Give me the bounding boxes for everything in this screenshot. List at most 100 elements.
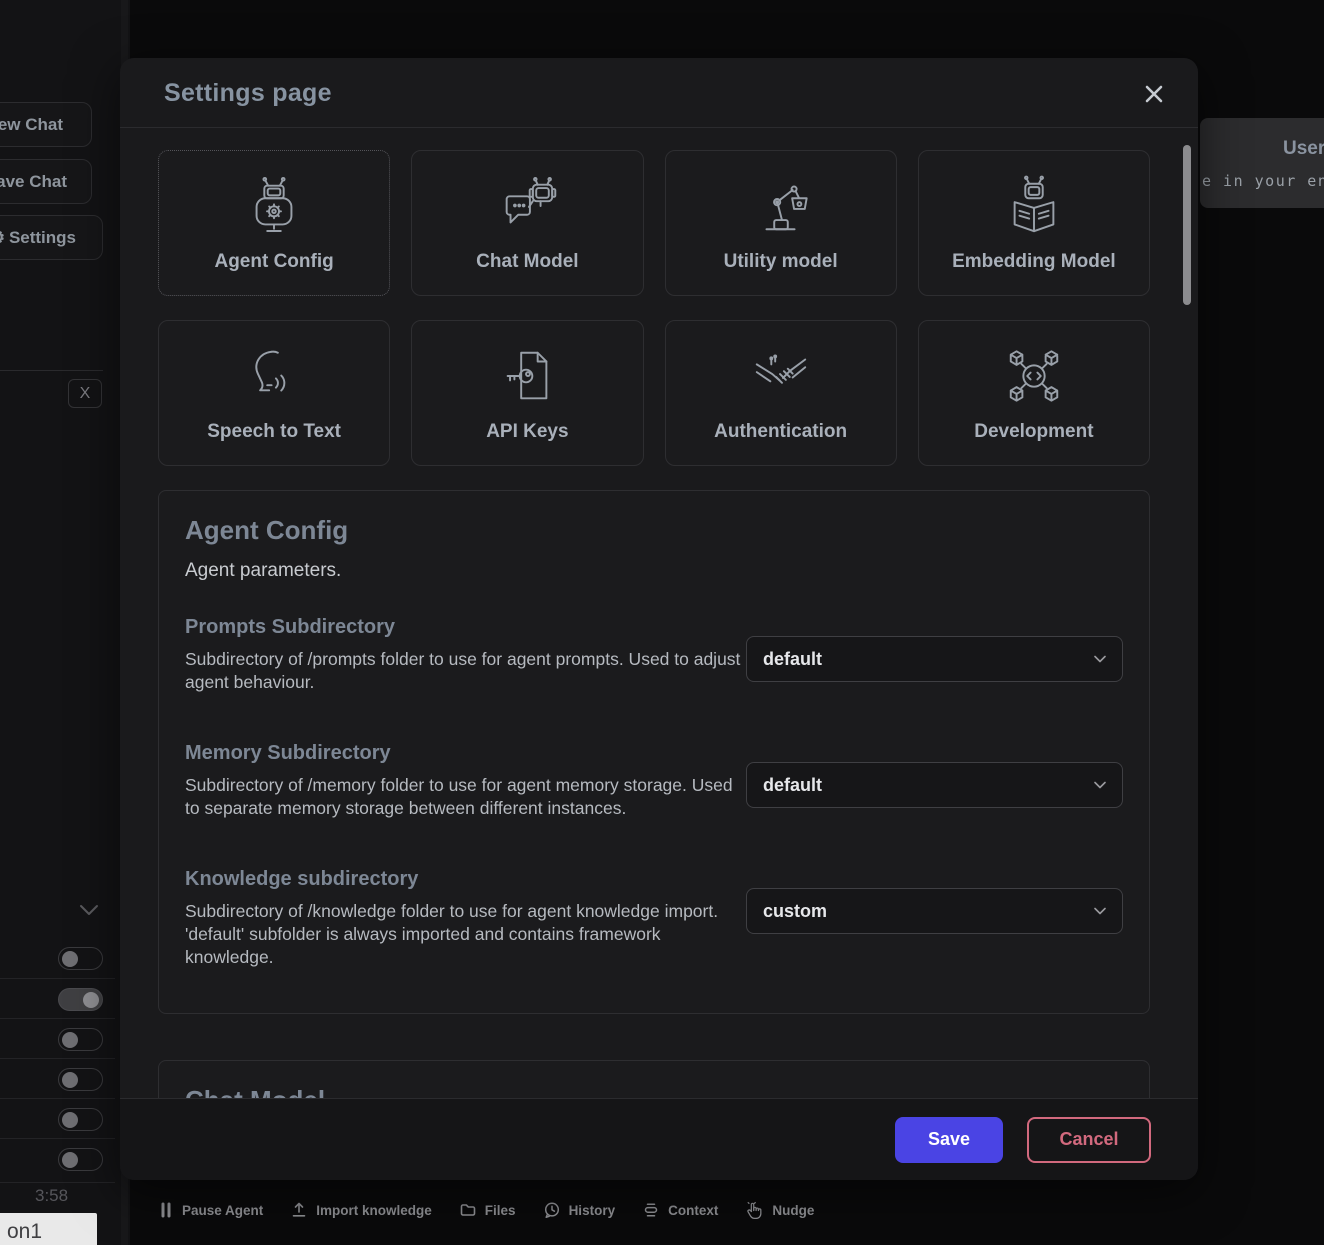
- toggle-knob: [62, 1031, 78, 1048]
- toggle-row: [0, 1139, 115, 1183]
- toggle-switch[interactable]: [58, 947, 103, 970]
- context-button[interactable]: Context: [642, 1201, 718, 1219]
- user-message-bubble: User e in your en: [1200, 118, 1324, 208]
- modal-scrollbar-thumb[interactable]: [1183, 145, 1191, 305]
- status-time: 3:58: [35, 1186, 69, 1205]
- chevron-down-icon: [1094, 655, 1106, 663]
- memory-subdirectory-select[interactable]: default: [746, 762, 1123, 808]
- sidebar-close-button[interactable]: X: [68, 379, 102, 408]
- field-label: Knowledge subdirectory: [185, 868, 419, 890]
- select-value: custom: [763, 900, 828, 921]
- nav-card-label: API Keys: [486, 421, 569, 442]
- save-button[interactable]: Save: [895, 1116, 1003, 1163]
- message-snippet: e in your en: [1202, 172, 1324, 190]
- save-chat-button[interactable]: ave Chat: [0, 159, 92, 204]
- field-prompts-subdirectory: Prompts Subdirectory Subdirectory of /pr…: [185, 616, 1123, 694]
- nav-card-label: Chat Model: [476, 251, 579, 272]
- toggle-switch[interactable]: [58, 1028, 103, 1051]
- field-text: Memory Subdirectory Subdirectory of /mem…: [185, 742, 746, 820]
- section-agent-config: Agent Config Agent parameters. Prompts S…: [158, 490, 1150, 1014]
- toggle-switch[interactable]: [58, 1108, 103, 1131]
- nav-card-chat-model[interactable]: Chat Model: [411, 150, 644, 296]
- sidebar-close-label: X: [79, 384, 91, 402]
- pause-agent-button[interactable]: Pause Agent: [158, 1201, 263, 1219]
- files-button[interactable]: Files: [459, 1201, 516, 1219]
- hand-click-icon: [747, 1201, 762, 1219]
- toggle-knob: [62, 1151, 78, 1168]
- nav-card-label: Development: [974, 421, 1094, 442]
- sidebar: ew Chat ave Chat ⚙ Settings X: [0, 0, 130, 1245]
- field-description: Subdirectory of /prompts folder to use f…: [185, 649, 741, 692]
- field-knowledge-subdirectory: Knowledge subdirectory Subdirectory of /…: [185, 868, 1123, 969]
- nav-card-speech-to-text[interactable]: Speech to Text: [158, 320, 391, 466]
- field-memory-subdirectory: Memory Subdirectory Subdirectory of /mem…: [185, 742, 1123, 820]
- import-knowledge-label: Import knowledge: [316, 1202, 432, 1218]
- nav-card-api-keys[interactable]: API Keys: [411, 320, 644, 466]
- field-label: Memory Subdirectory: [185, 742, 391, 764]
- key-document-icon: [496, 343, 558, 409]
- select-value: default: [763, 774, 823, 795]
- cancel-button[interactable]: Cancel: [1027, 1116, 1151, 1163]
- upload-icon: [292, 1202, 306, 1217]
- section-title: Agent Config: [185, 515, 349, 545]
- toggle-row: [0, 979, 115, 1019]
- history-clock-icon: [544, 1202, 559, 1219]
- chevron-down-icon[interactable]: [78, 903, 100, 922]
- nav-card-agent-config[interactable]: Agent Config: [158, 150, 391, 296]
- bottom-toolbar: Pause Agent Import knowledge Files Histo…: [158, 1196, 814, 1224]
- pause-icon: [161, 1202, 171, 1218]
- message-author: User: [1283, 138, 1324, 159]
- folder-icon: [460, 1204, 476, 1216]
- nav-card-label: Embedding Model: [952, 251, 1116, 272]
- modal-content: Agent Config Chat Model Utility model Em…: [120, 128, 1198, 1098]
- toggle-row: [0, 1059, 115, 1099]
- robot-book-icon: [1003, 173, 1065, 239]
- nav-card-embedding-model[interactable]: Embedding Model: [917, 150, 1150, 296]
- robot-arm-icon: [750, 173, 812, 239]
- settings-button[interactable]: ⚙ Settings: [0, 215, 103, 260]
- import-knowledge-button[interactable]: Import knowledge: [290, 1201, 432, 1219]
- robot-config-icon: [243, 173, 305, 239]
- app-root: ew Chat ave Chat ⚙ Settings X: [0, 0, 1324, 1245]
- chevron-down-icon: [1094, 781, 1106, 789]
- nav-card-authentication[interactable]: Authentication: [664, 320, 897, 466]
- nav-card-label: Speech to Text: [207, 421, 341, 442]
- toggle-switch[interactable]: [58, 988, 103, 1011]
- nav-card-development[interactable]: Development: [917, 320, 1150, 466]
- toggle-knob: [83, 991, 99, 1008]
- save-chat-label: ave Chat: [0, 171, 67, 191]
- pause-agent-label: Pause Agent: [182, 1202, 264, 1218]
- prompts-subdirectory-select[interactable]: default: [746, 636, 1123, 682]
- nav-card-utility-model[interactable]: Utility model: [664, 150, 897, 296]
- toggle-knob: [62, 1071, 78, 1088]
- status-tooltip: on1: [0, 1213, 97, 1245]
- knowledge-subdirectory-select[interactable]: custom: [746, 888, 1123, 934]
- history-label: History: [568, 1202, 616, 1218]
- toggle-switch[interactable]: [58, 1068, 103, 1091]
- new-chat-label: ew Chat: [0, 114, 63, 134]
- toggle-knob: [62, 1111, 78, 1128]
- field-label: Prompts Subdirectory: [185, 616, 396, 638]
- settings-modal: Settings page Agent Config Chat Model Ut…: [120, 58, 1198, 1180]
- toggle-row: [0, 1019, 115, 1059]
- chat-robot-icon: [496, 173, 558, 239]
- toggle-knob: [62, 950, 78, 967]
- gear-icon: ⚙: [0, 228, 5, 248]
- field-description: Subdirectory of /memory folder to use fo…: [185, 775, 733, 818]
- section-chat-model: Chat Model: [158, 1060, 1150, 1098]
- new-chat-button[interactable]: ew Chat: [0, 102, 92, 147]
- select-value: default: [763, 648, 823, 669]
- speech-face-icon: [243, 343, 305, 409]
- settings-label: Settings: [8, 227, 76, 247]
- code-cubes-icon: [1003, 343, 1065, 409]
- modal-footer: Save Cancel: [120, 1098, 1198, 1180]
- close-icon[interactable]: [1138, 78, 1170, 110]
- nudge-button[interactable]: Nudge: [745, 1201, 814, 1220]
- toggle-switch[interactable]: [58, 1148, 103, 1171]
- section-fields: Prompts Subdirectory Subdirectory of /pr…: [185, 616, 1123, 969]
- modal-title: Settings page: [164, 79, 332, 107]
- settings-nav-grid: Agent Config Chat Model Utility model Em…: [158, 150, 1150, 466]
- toggle-row: [0, 1099, 115, 1139]
- history-button[interactable]: History: [543, 1201, 616, 1219]
- section-title: Chat Model: [185, 1085, 1123, 1098]
